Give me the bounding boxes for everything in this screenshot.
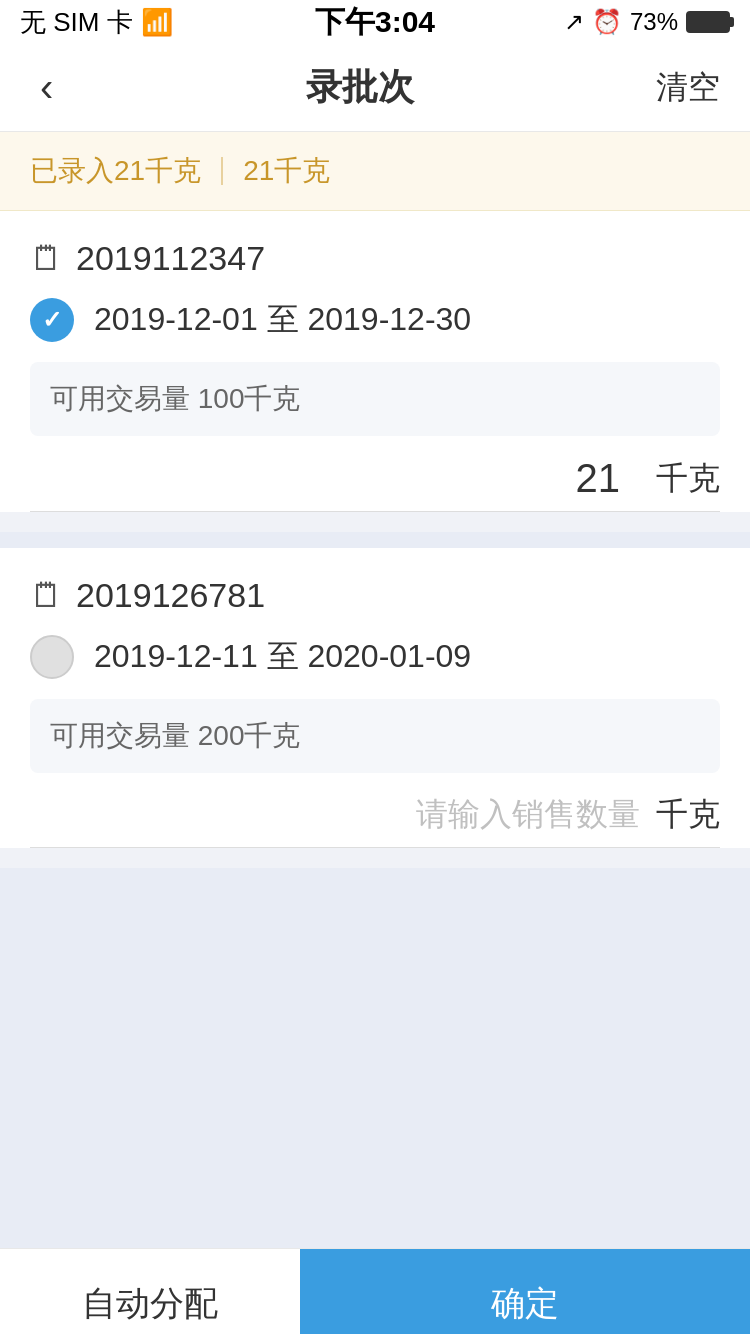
batch-available-1: 可用交易量 100千克	[30, 362, 720, 436]
wifi-icon: 📶	[141, 7, 173, 38]
status-bar: 无 SIM 卡 📶 下午3:04 ↗ ⏰ 73%	[0, 0, 750, 44]
quantity-row-1: 21 千克	[0, 436, 750, 511]
quantity-placeholder-row-2: 请输入销售数量 千克	[0, 773, 750, 847]
batch-doc-icon-1: 🗒	[30, 239, 64, 278]
batch-date-1: 2019-12-01 至 2019-12-30	[94, 298, 471, 342]
batch-row-1[interactable]: ✓ 2019-12-01 至 2019-12-30	[0, 288, 750, 352]
unit-label-2: 千克	[656, 793, 720, 837]
section-divider	[0, 532, 750, 548]
battery-icon	[686, 11, 730, 33]
radio-unchecked-2[interactable]	[30, 635, 74, 679]
alarm-icon: ⏰	[592, 8, 622, 36]
clear-button[interactable]: 清空	[656, 66, 720, 110]
batch-card-2: 🗒 2019126781 2019-12-11 至 2020-01-09 可用交…	[0, 548, 750, 848]
status-bar-right: ↗ ⏰ 73%	[564, 8, 730, 36]
batch-card-1: 🗒 2019112347 ✓ 2019-12-01 至 2019-12-30 可…	[0, 211, 750, 512]
batch-id-2: 2019126781	[76, 576, 265, 615]
batch-doc-icon-2: 🗒	[30, 576, 64, 615]
status-bar-left: 无 SIM 卡 📶	[20, 5, 173, 40]
quantity-placeholder-2: 请输入销售数量	[416, 793, 640, 837]
quantity-divider-2	[30, 847, 720, 848]
confirm-button[interactable]: 确定	[300, 1249, 750, 1334]
total-label: 21千克	[243, 152, 330, 190]
batch-id-1: 2019112347	[76, 239, 265, 278]
battery-percent: 73%	[630, 8, 678, 36]
batch-date-2: 2019-12-11 至 2020-01-09	[94, 635, 471, 679]
radio-checked-1[interactable]: ✓	[30, 298, 74, 342]
checkmark-icon-1: ✓	[42, 306, 62, 334]
location-icon: ↗	[564, 8, 584, 36]
info-banner: 已录入21千克 21千克	[0, 132, 750, 211]
page-title: 录批次	[306, 63, 414, 112]
carrier-label: 无 SIM 卡	[20, 5, 133, 40]
bottom-bar: 自动分配 确定	[0, 1248, 750, 1334]
batch-header-2: 🗒 2019126781	[0, 548, 750, 625]
quantity-divider-1	[30, 511, 720, 512]
gray-area	[0, 868, 750, 1248]
batch-header-1: 🗒 2019112347	[0, 211, 750, 288]
unit-label-1: 千克	[656, 457, 720, 501]
recorded-label: 已录入21千克	[30, 152, 201, 190]
quantity-value-1: 21	[576, 456, 621, 501]
banner-divider	[221, 157, 223, 185]
back-button[interactable]: ‹	[30, 55, 63, 120]
batch-available-2: 可用交易量 200千克	[30, 699, 720, 773]
batch-row-2[interactable]: 2019-12-11 至 2020-01-09	[0, 625, 750, 689]
status-bar-time: 下午3:04	[315, 2, 435, 43]
nav-bar: ‹ 录批次 清空	[0, 44, 750, 132]
auto-distribute-button[interactable]: 自动分配	[0, 1249, 300, 1334]
